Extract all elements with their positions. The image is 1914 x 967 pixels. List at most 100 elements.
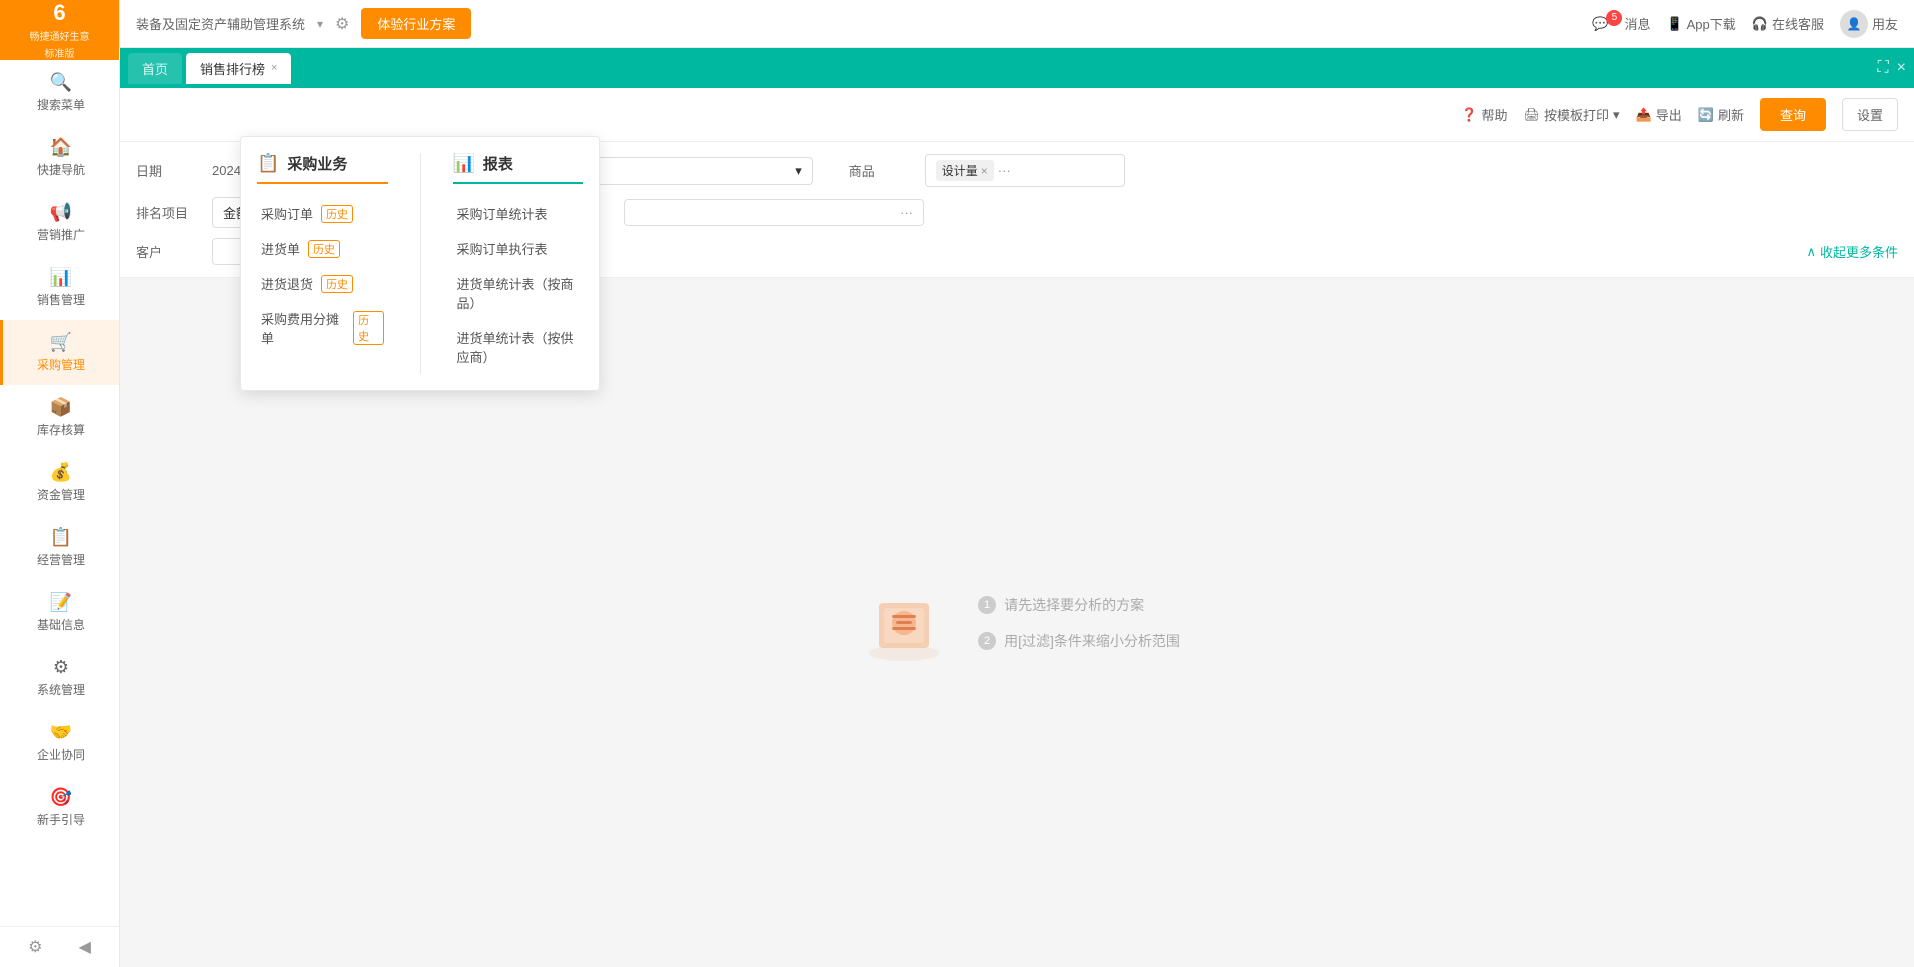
- print-arrow-icon: ▾: [1613, 107, 1620, 123]
- reports-col-icon: 📊: [453, 153, 475, 174]
- help-btn[interactable]: ❓ 帮助: [1461, 105, 1507, 124]
- collapse-label: 收起更多条件: [1820, 242, 1898, 261]
- dropdown-item-label-inbound-supplier: 进货单统计表（按供应商）: [457, 328, 580, 366]
- history-badge-2[interactable]: 历史: [308, 240, 340, 258]
- empty-text: 1 请先选择要分析的方案 2 用[过滤]条件来缩小分析范围: [978, 591, 1180, 655]
- collapse-btn[interactable]: ∧ 收起更多条件: [1806, 242, 1898, 261]
- dropdown-menu: 📋 采购业务 采购订单 历史 进货单 历史 进货退货 历史 采购费用分摊单: [240, 136, 600, 391]
- message-btn[interactable]: 💬 5 消息: [1592, 14, 1650, 33]
- phone-icon: 📱: [1666, 16, 1682, 32]
- sidebar-settings-btn[interactable]: ⚙: [28, 937, 42, 957]
- export-label: 导出: [1656, 105, 1682, 124]
- sidebar-item-quicknav[interactable]: 🏠 快捷导航: [0, 125, 119, 190]
- empty-illustration: [854, 583, 954, 663]
- refresh-btn[interactable]: 🔄 刷新: [1698, 105, 1744, 124]
- dropdown-item-purchase-order-stat[interactable]: 采购订单统计表: [453, 196, 584, 231]
- tab-close-icon[interactable]: ×: [271, 62, 277, 74]
- title-dropdown-icon[interactable]: ▾: [317, 17, 323, 31]
- dropdown-item-purchase-return[interactable]: 进货退货 历史: [257, 266, 388, 301]
- dropdown-item-label-purchase-order: 采购订单: [261, 204, 313, 223]
- status-dropdown-icon: ▾: [795, 163, 802, 179]
- user-btn[interactable]: 👤 用友: [1840, 10, 1898, 38]
- toolbar-actions: ❓ 帮助 🖨 按模板打印 ▾ 📤 导出 🔄 刷新 查询 设置: [1461, 98, 1898, 131]
- history-badge-1[interactable]: 历史: [321, 205, 353, 223]
- home-icon: 🏠: [50, 137, 72, 158]
- step-dot-1: 1: [978, 596, 996, 614]
- refresh-label: 刷新: [1718, 105, 1744, 124]
- goods-filter-dots[interactable]: ···: [998, 163, 1011, 178]
- date-filter-label: 日期: [136, 161, 196, 180]
- sidebar-footer: ⚙ ◀: [0, 926, 119, 967]
- sidebar-item-system[interactable]: ⚙ 系统管理: [0, 645, 119, 710]
- query-btn[interactable]: 查询: [1760, 98, 1826, 131]
- sidebar-item-marketing[interactable]: 📢 营销推广: [0, 190, 119, 255]
- headset-icon: 🎧: [1752, 16, 1768, 32]
- toolbar: ❓ 帮助 🖨 按模板打印 ▾ 📤 导出 🔄 刷新 查询 设置: [120, 88, 1914, 142]
- dropdown-item-inbound-stat-supplier[interactable]: 进货单统计表（按供应商）: [453, 320, 584, 374]
- app-download-btn[interactable]: 📱 App下载: [1666, 14, 1735, 33]
- dropdown-item-purchase-in[interactable]: 进货单 历史: [257, 231, 388, 266]
- close-window-icon[interactable]: ×: [1897, 59, 1906, 77]
- salesperson-filter-dots[interactable]: ···: [900, 205, 913, 220]
- inventory-icon: 📦: [50, 397, 72, 418]
- enterprise-icon: 🤝: [50, 722, 72, 743]
- sidebar-label-quicknav: 快捷导航: [37, 161, 85, 178]
- dropdown-item-inbound-stat-goods[interactable]: 进货单统计表（按商品）: [453, 266, 584, 320]
- sidebar-label-system: 系统管理: [37, 681, 85, 698]
- dropdown-item-purchase-order[interactable]: 采购订单 历史: [257, 196, 388, 231]
- system-icon: ⚙: [53, 657, 69, 678]
- sidebar-label-operations: 经营管理: [37, 551, 85, 568]
- goods-filter-tag: 设计量 ×: [936, 160, 994, 181]
- funds-icon: 💰: [50, 462, 72, 483]
- search-icon: 🔍: [50, 72, 72, 93]
- empty-step1: 请先选择要分析的方案: [1004, 591, 1144, 619]
- refresh-icon: 🔄: [1698, 107, 1714, 123]
- avatar-icon: 👤: [1847, 17, 1862, 31]
- tab-home[interactable]: 首页: [128, 53, 182, 84]
- tab-sales-rank[interactable]: 销售排行榜 ×: [186, 53, 291, 84]
- collapse-icon: ∧: [1806, 244, 1816, 260]
- sidebar-item-basic[interactable]: 📝 基础信息: [0, 580, 119, 645]
- sidebar-item-sales[interactable]: 📊 销售管理: [0, 255, 119, 320]
- user-label: 用友: [1872, 14, 1898, 33]
- export-btn[interactable]: 📤 导出: [1636, 105, 1682, 124]
- dropdown-item-purchase-order-exec[interactable]: 采购订单执行表: [453, 231, 584, 266]
- dropdown-item-purchase-cost[interactable]: 采购费用分摊单 历史: [257, 301, 388, 355]
- industry-btn[interactable]: 体验行业方案: [361, 8, 471, 39]
- sidebar-item-purchase[interactable]: 🛒 采购管理: [0, 320, 119, 385]
- sidebar-item-enterprise[interactable]: 🤝 企业协同: [0, 710, 119, 775]
- sidebar-collapse-btn[interactable]: ◀: [79, 937, 91, 957]
- goods-tag-close[interactable]: ×: [981, 164, 988, 178]
- goods-filter-input[interactable]: 设计量 × ···: [925, 154, 1125, 187]
- service-btn[interactable]: 🎧 在线客服: [1752, 14, 1824, 33]
- sidebar-item-guide[interactable]: 🎯 新手引导: [0, 775, 119, 840]
- sales-icon: 📊: [50, 267, 72, 288]
- app-label: App下载: [1687, 14, 1736, 33]
- sidebar-label-inventory: 库存核算: [37, 421, 85, 438]
- history-badge-3[interactable]: 历史: [321, 275, 353, 293]
- print-btn[interactable]: 🖨 按模板打印 ▾: [1524, 105, 1620, 124]
- topbar: 装备及固定资产辅助管理系统 ▾ ⚙ 体验行业方案 💬 5 消息 📱 App下载 …: [120, 0, 1914, 48]
- settings-btn[interactable]: 设置: [1842, 98, 1898, 131]
- sidebar-item-operations[interactable]: 📋 经营管理: [0, 515, 119, 580]
- export-icon: 📤: [1636, 107, 1652, 123]
- rank-filter-label: 排名项目: [136, 203, 196, 222]
- history-badge-4[interactable]: 历史: [353, 311, 383, 345]
- topbar-gear-icon[interactable]: ⚙: [335, 14, 349, 34]
- tabbar-right: ⛶ ×: [1877, 59, 1906, 77]
- tab-sales-rank-label: 销售排行榜: [200, 59, 265, 78]
- dropdown-purchase-header: 📋 采购业务: [257, 153, 388, 184]
- reports-col-title: 报表: [483, 153, 513, 174]
- sidebar-label-funds: 资金管理: [37, 486, 85, 503]
- expand-icon[interactable]: ⛶: [1877, 59, 1888, 77]
- app-version: 标准版: [45, 45, 75, 60]
- sidebar-item-inventory[interactable]: 📦 库存核算: [0, 385, 119, 450]
- sidebar-nav: 🔍 搜索菜单 🏠 快捷导航 📢 营销推广 📊 销售管理 🛒 采购管理 📦 库存核…: [0, 60, 119, 926]
- sidebar-item-funds[interactable]: 💰 资金管理: [0, 450, 119, 515]
- salesperson-filter-input[interactable]: ···: [624, 199, 924, 226]
- sidebar-item-search[interactable]: 🔍 搜索菜单: [0, 60, 119, 125]
- dropdown-item-label-inbound-goods: 进货单统计表（按商品）: [457, 274, 580, 312]
- dropdown-item-label-purchase-return: 进货退货: [261, 274, 313, 293]
- print-icon: 🖨: [1524, 107, 1541, 123]
- help-label: 帮助: [1481, 105, 1507, 124]
